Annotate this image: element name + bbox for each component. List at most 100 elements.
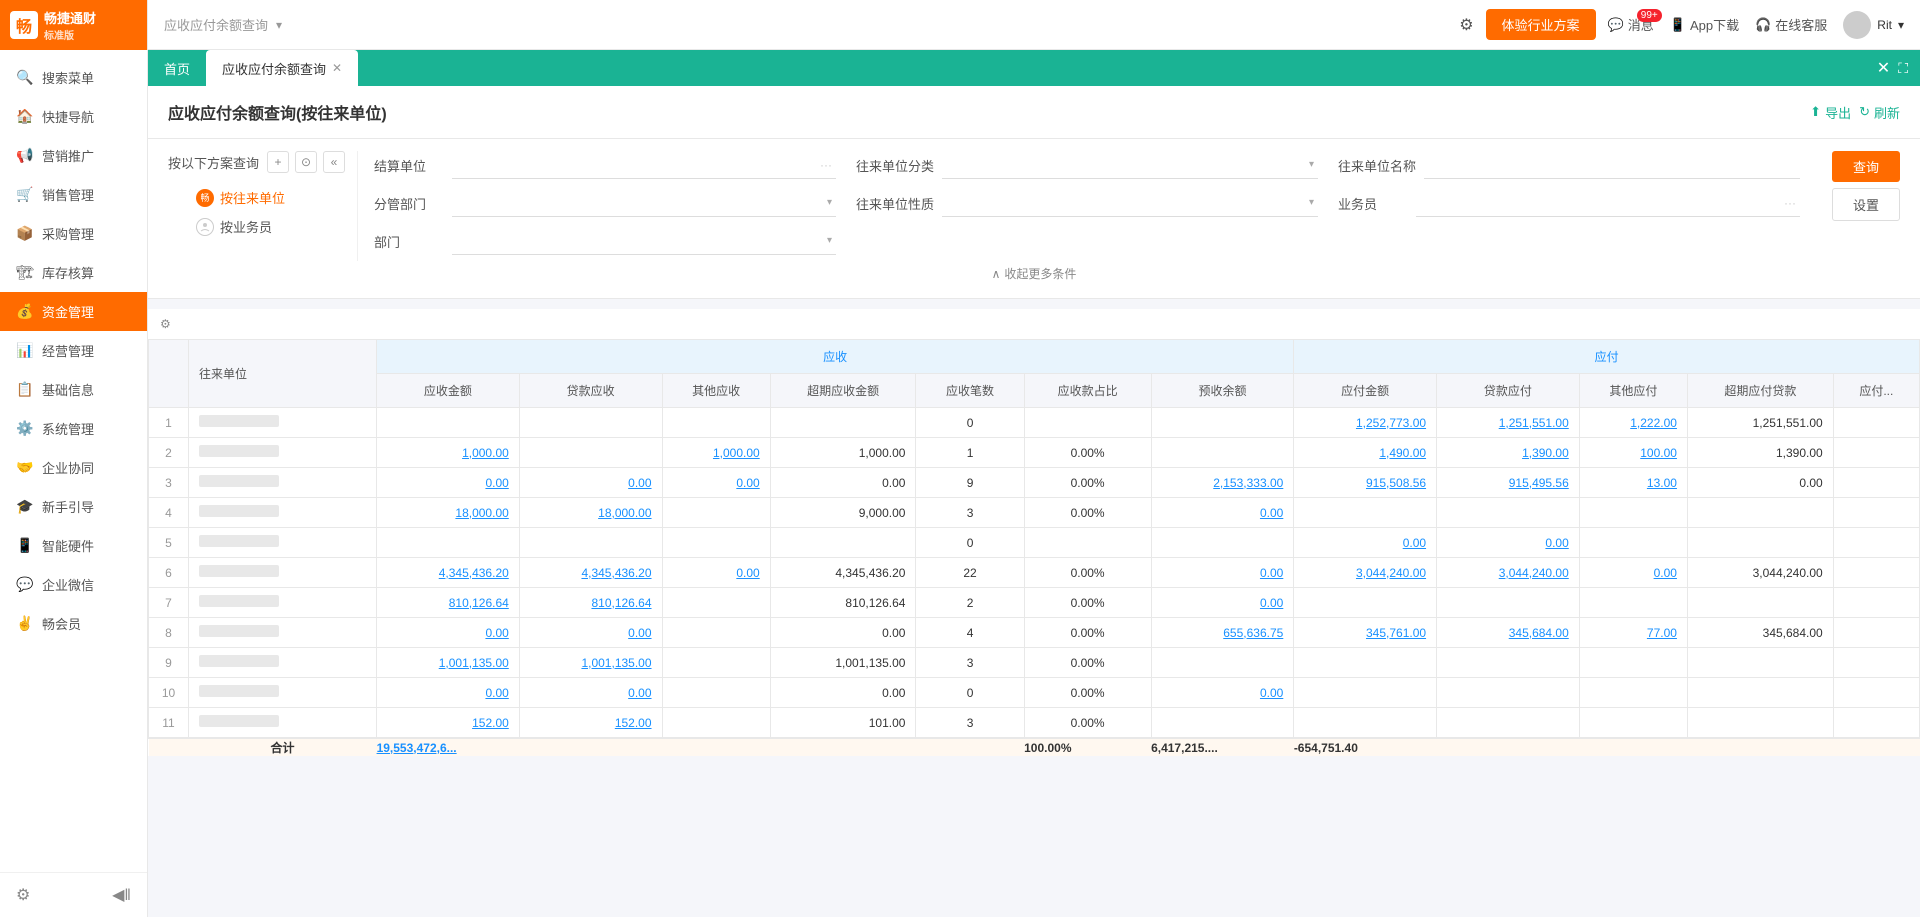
sidebar-item-purchase[interactable]: 📦 采购管理: [0, 214, 147, 253]
filter-settings-button[interactable]: 设置: [1832, 188, 1900, 221]
cell-link[interactable]: 0.00: [628, 626, 651, 640]
query-button[interactable]: 查询: [1832, 151, 1900, 182]
cell-link[interactable]: 0.00: [1654, 566, 1677, 580]
breadcrumb-dropdown-icon[interactable]: ▾: [276, 18, 282, 32]
cell-link[interactable]: 0.00: [1260, 686, 1283, 700]
cell-link[interactable]: 1,001,135.00: [581, 656, 651, 670]
cell-link[interactable]: 18,000.00: [598, 506, 651, 520]
sidebar-collapse-icon[interactable]: ◀‖: [112, 885, 131, 905]
header-gear-icon[interactable]: ⚙: [1459, 15, 1473, 35]
cell-link[interactable]: 345,761.00: [1366, 626, 1426, 640]
app-download-button[interactable]: 📱 App下载: [1670, 15, 1739, 34]
cell-link[interactable]: 152.00: [472, 716, 509, 730]
table-settings-icon[interactable]: ⚙: [160, 317, 171, 331]
col-ar-ratio: 应收款占比: [1024, 374, 1151, 408]
cell-link[interactable]: 1,001,135.00: [439, 656, 509, 670]
cell-link[interactable]: 0.00: [485, 476, 508, 490]
cell-link[interactable]: 1,390.00: [1522, 446, 1569, 460]
cell-link[interactable]: 3,044,240.00: [1499, 566, 1569, 580]
by-salesman-icon: [196, 218, 214, 236]
sidebar-item-quick-nav[interactable]: 🏠 快捷导航: [0, 97, 147, 136]
message-button[interactable]: 💬 消息 99+: [1608, 15, 1654, 34]
cell-link[interactable]: 0.00: [485, 686, 508, 700]
collapse-more-button[interactable]: ∧ 收起更多条件: [992, 265, 1077, 282]
cell-link[interactable]: 0.00: [736, 476, 759, 490]
cell-link[interactable]: 100.00: [1640, 446, 1677, 460]
cell-link[interactable]: 0.00: [1260, 596, 1283, 610]
header-cta-button[interactable]: 体验行业方案: [1486, 9, 1596, 40]
cell-link[interactable]: 810,126.64: [449, 596, 509, 610]
sidebar-item-inventory[interactable]: 🏗 库存核算: [0, 253, 147, 292]
cell-link[interactable]: 655,636.75: [1223, 626, 1283, 640]
cell-link[interactable]: 1,490.00: [1379, 446, 1426, 460]
operation-icon: 📊: [16, 342, 34, 360]
cell-link[interactable]: 3,044,240.00: [1356, 566, 1426, 580]
sidebar-item-operation[interactable]: 📊 经营管理: [0, 331, 147, 370]
cell-link[interactable]: 0.00: [1545, 536, 1568, 550]
main-content: 应收应付余额查询(按往来单位) ⬆ 导出 ↻ 刷新 按以下方案查询 + ⊙: [148, 86, 1920, 917]
cell-link[interactable]: 810,126.64: [591, 596, 651, 610]
cell-link[interactable]: 0.00: [1260, 506, 1283, 520]
col-ar-loan: 贷款应收: [519, 374, 662, 408]
cell-link[interactable]: 0.00: [628, 686, 651, 700]
col-ar-amount: 应收金额: [377, 374, 520, 408]
sidebar-item-vip[interactable]: ✌ 畅会员: [0, 604, 147, 643]
partner-name: [189, 588, 377, 618]
cell-link[interactable]: 0.00: [736, 566, 759, 580]
tab-expand-icon[interactable]: ⛶: [1898, 60, 1908, 77]
refresh-button[interactable]: ↻ 刷新: [1859, 103, 1900, 122]
scheme-by-unit[interactable]: 畅 按往来单位: [188, 185, 345, 210]
sidebar-item-basic-info[interactable]: 📋 基础信息: [0, 370, 147, 409]
settings-scheme-button[interactable]: ⊙: [295, 151, 317, 173]
table-row: 1 0 1,252,773.00 1,251,551.00 1,222.00 1…: [149, 408, 1920, 438]
sidebar-settings-icon[interactable]: ⚙: [16, 885, 30, 905]
cell-link[interactable]: 1,251,551.00: [1499, 416, 1569, 430]
sidebar-item-sys-mgmt[interactable]: ⚙️ 系统管理: [0, 409, 147, 448]
cell-link[interactable]: 0.00: [1260, 566, 1283, 580]
cell-link[interactable]: 1,252,773.00: [1356, 416, 1426, 430]
cell-link[interactable]: 0.00: [485, 626, 508, 640]
sidebar-item-smart-hw[interactable]: 📱 智能硬件: [0, 526, 147, 565]
message-badge: 99+: [1637, 9, 1662, 22]
cell-link[interactable]: 1,000.00: [462, 446, 509, 460]
sidebar-item-guide[interactable]: 🎓 新手引导: [0, 487, 147, 526]
cell-link[interactable]: 18,000.00: [455, 506, 508, 520]
cell-link[interactable]: 0.00: [628, 476, 651, 490]
cell-link[interactable]: 915,495.56: [1509, 476, 1569, 490]
inventory-icon: 🏗: [16, 264, 34, 282]
sidebar-item-sales[interactable]: 🛒 销售管理: [0, 175, 147, 214]
tab-home[interactable]: 首页: [148, 50, 206, 86]
user-menu[interactable]: Rit ▾: [1843, 11, 1904, 39]
cell-link[interactable]: 13.00: [1647, 476, 1677, 490]
cell-link[interactable]: 4,345,436.20: [439, 566, 509, 580]
cell-link[interactable]: 2,153,333.00: [1213, 476, 1283, 490]
cell-link[interactable]: 4,345,436.20: [581, 566, 651, 580]
sidebar-item-search-menu[interactable]: 🔍 搜索菜单: [0, 58, 147, 97]
cell-link[interactable]: 152.00: [615, 716, 652, 730]
filter-unit-name: 往来单位名称: [1338, 151, 1800, 179]
sidebar-menu: 🔍 搜索菜单 🏠 快捷导航 📢 营销推广 🛒 销售管理 📦 采购管理 🏗 库存核…: [0, 50, 147, 872]
cell-link[interactable]: 77.00: [1647, 626, 1677, 640]
cell-link[interactable]: 345,684.00: [1509, 626, 1569, 640]
export-button[interactable]: ⬆ 导出: [1810, 103, 1851, 122]
tab-window-close-icon[interactable]: ✕: [1877, 58, 1890, 78]
sidebar-item-enterprise[interactable]: 🤝 企业协同: [0, 448, 147, 487]
cell-link[interactable]: 1,222.00: [1630, 416, 1677, 430]
search-menu-icon: 🔍: [16, 69, 34, 87]
footer-ar-amount: 19,553,472,6...: [377, 738, 520, 756]
scheme-by-salesman[interactable]: 按业务员: [188, 214, 345, 239]
sys-mgmt-icon: ⚙️: [16, 420, 34, 438]
tab-query[interactable]: 应收应付余额查询 ✕: [206, 50, 358, 86]
cell-link[interactable]: 0.00: [1403, 536, 1426, 550]
cell-link[interactable]: 1,000.00: [713, 446, 760, 460]
add-scheme-button[interactable]: +: [267, 151, 289, 173]
sidebar-item-marketing[interactable]: 📢 营销推广: [0, 136, 147, 175]
cell-link[interactable]: 915,508.56: [1366, 476, 1426, 490]
sidebar-item-wechat[interactable]: 💬 企业微信: [0, 565, 147, 604]
salesman-ellipsis: ···: [1784, 196, 1796, 210]
tab-close-icon[interactable]: ✕: [332, 61, 342, 75]
sidebar-item-capital[interactable]: 💰 资金管理: [0, 292, 147, 331]
col-ap-loan: 贷款应付: [1437, 374, 1580, 408]
online-service-button[interactable]: 🎧 在线客服: [1755, 15, 1827, 34]
collapse-scheme-button[interactable]: «: [323, 151, 345, 173]
